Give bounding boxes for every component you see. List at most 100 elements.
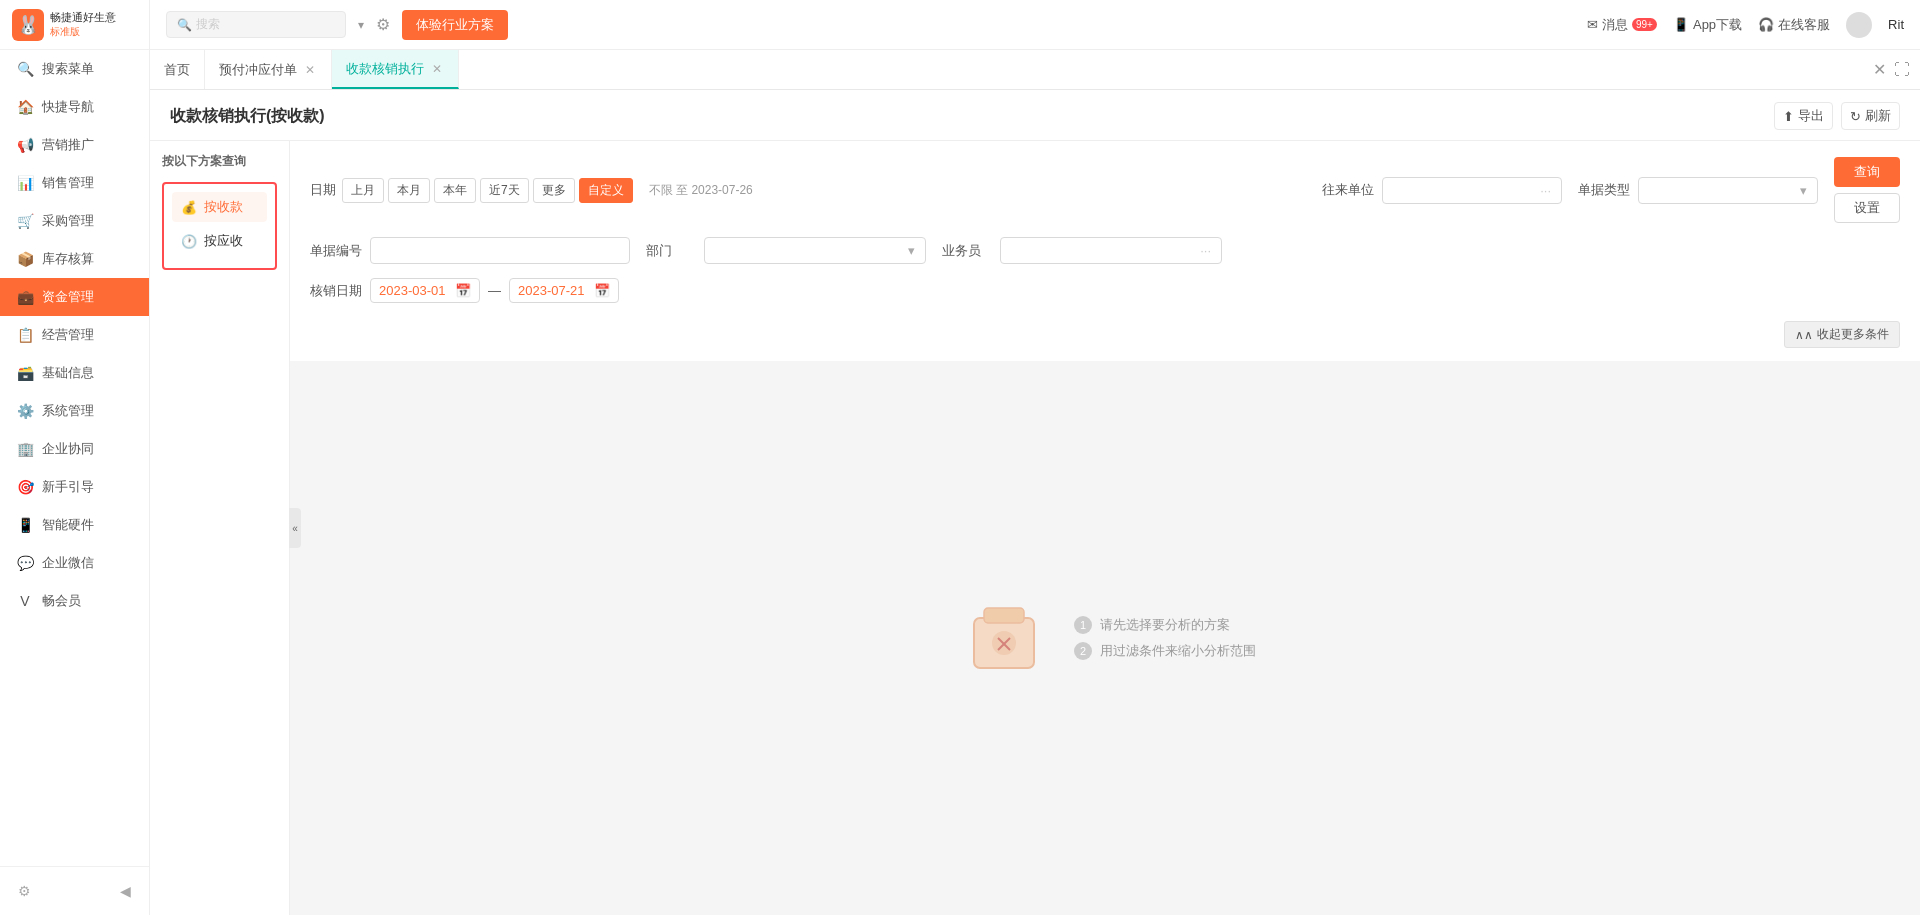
refresh-icon: ↻: [1850, 109, 1861, 124]
topbar-search[interactable]: 🔍 搜索: [166, 11, 346, 38]
message-button[interactable]: ✉ 消息 99+: [1587, 16, 1657, 34]
hardware-icon: 📱: [16, 516, 34, 534]
sidebar-item-search[interactable]: 🔍 搜索菜单: [0, 50, 149, 88]
sidebar-item-marketing[interactable]: 📢 营销推广: [0, 126, 149, 164]
empty-tip-2: 2 用过滤条件来缩小分析范围: [1074, 642, 1256, 660]
query-row-3: 核销日期 2023-03-01 📅 — 2023-07-21 📅: [310, 278, 1900, 303]
tip-num-2: 2: [1074, 642, 1092, 660]
sidebar-item-sales[interactable]: 📊 销售管理: [0, 164, 149, 202]
topbar-gear-icon[interactable]: ⚙: [376, 15, 390, 34]
tip-num-1: 1: [1074, 616, 1092, 634]
date-separator: —: [488, 283, 501, 298]
query-button[interactable]: 查询: [1834, 157, 1900, 187]
tab-receivable-close[interactable]: ✕: [430, 60, 444, 78]
app-logo: 🐰 畅捷通好生意 标准版: [0, 0, 149, 50]
date-this-year[interactable]: 本年: [434, 178, 476, 203]
dept-select[interactable]: ▾: [704, 237, 926, 264]
message-badge: 99+: [1632, 18, 1657, 31]
settings-bottom-icon[interactable]: ⚙: [10, 877, 38, 905]
doc-no-input[interactable]: [370, 237, 630, 264]
tabbar-actions: ✕ ⛶: [1863, 50, 1920, 89]
download-icon: 📱: [1673, 17, 1689, 32]
staff-select[interactable]: ···: [1000, 237, 1222, 264]
fullscreen-icon[interactable]: ⛶: [1894, 61, 1910, 79]
svg-rect-1: [984, 608, 1024, 623]
filter-title: 按以下方案查询: [162, 153, 277, 170]
guide-icon: 🎯: [16, 478, 34, 496]
doc-type-field: 单据类型 ▾: [1578, 177, 1818, 204]
sidebar-item-guide[interactable]: 🎯 新手引导: [0, 468, 149, 506]
export-button[interactable]: ⬆ 导出: [1774, 102, 1833, 130]
query-row-1: 日期 上月 本月 本年 近7天 更多 自定义 不限 至 2023-07-26: [310, 157, 1900, 223]
sidebar-item-wechat[interactable]: 💬 企业微信: [0, 544, 149, 582]
filter-by-receipt[interactable]: 💰 按收款: [172, 192, 267, 222]
staff-ellipsis: ···: [1200, 243, 1211, 258]
app-name: 畅捷通好生意: [50, 10, 116, 24]
verify-date-end-input[interactable]: 2023-07-21 📅: [509, 278, 619, 303]
dept-label: 部门: [646, 242, 696, 260]
sidebar-item-hardware[interactable]: 📱 智能硬件: [0, 506, 149, 544]
empty-state: 1 请先选择要分析的方案 2 用过滤条件来缩小分析范围: [290, 361, 1920, 915]
calendar-end-icon: 📅: [594, 283, 610, 298]
tab-prepay-close[interactable]: ✕: [303, 61, 317, 79]
staff-field: 业务员 ···: [942, 237, 1222, 264]
sidebar-item-member[interactable]: V 畅会员: [0, 582, 149, 620]
wechat-icon: 💬: [16, 554, 34, 572]
date-custom[interactable]: 自定义: [579, 178, 633, 203]
user-name: Rit: [1888, 17, 1904, 32]
tab-home[interactable]: 首页: [150, 50, 205, 89]
enterprise-icon: 🏢: [16, 440, 34, 458]
system-icon: ⚙️: [16, 402, 34, 420]
tab-receivable-exec[interactable]: 收款核销执行 ✕: [332, 50, 459, 89]
content-area: 按以下方案查询 💰 按收款 🕐 按应收 « 日期: [150, 141, 1920, 915]
sidebar-item-operations[interactable]: 📋 经营管理: [0, 316, 149, 354]
close-all-icon[interactable]: ✕: [1873, 60, 1886, 79]
sidebar-item-purchase[interactable]: 🛒 采购管理: [0, 202, 149, 240]
staff-label: 业务员: [942, 242, 992, 260]
industry-solution-button[interactable]: 体验行业方案: [402, 10, 508, 40]
verify-date-row: 核销日期 2023-03-01 📅 — 2023-07-21 📅: [310, 278, 619, 303]
calendar-start-icon: 📅: [455, 283, 471, 298]
date-last-month[interactable]: 上月: [342, 178, 384, 203]
empty-tip-1: 1 请先选择要分析的方案: [1074, 616, 1256, 634]
tab-prepay[interactable]: 预付冲应付单 ✕: [205, 50, 332, 89]
filter-receivable-icon: 🕐: [180, 232, 198, 250]
basic-info-icon: 🗃️: [16, 364, 34, 382]
refresh-button[interactable]: ↻ 刷新: [1841, 102, 1900, 130]
sidebar-item-quicknav[interactable]: 🏠 快捷导航: [0, 88, 149, 126]
topbar: 🔍 搜索 ▾ ⚙ 体验行业方案 ✉ 消息 99+ 📱 App下载 🎧 在线客服 …: [150, 0, 1920, 50]
doc-type-select[interactable]: ▾: [1638, 177, 1818, 204]
date-buttons: 上月 本月 本年 近7天 更多 自定义: [342, 178, 633, 203]
settings-button[interactable]: 设置: [1834, 193, 1900, 223]
purchase-icon: 🛒: [16, 212, 34, 230]
filter-receivable-label: 按应收: [204, 232, 243, 250]
counterpart-select[interactable]: ···: [1382, 177, 1562, 204]
empty-tips: 1 请先选择要分析的方案 2 用过滤条件来缩小分析范围: [1074, 616, 1256, 660]
date-more[interactable]: 更多: [533, 178, 575, 203]
sidebar-item-inventory[interactable]: 📦 库存核算: [0, 240, 149, 278]
doc-no-label: 单据编号: [310, 242, 362, 260]
sidebar-item-enterprise[interactable]: 🏢 企业协同: [0, 430, 149, 468]
sidebar-item-basic-info[interactable]: 🗃️ 基础信息: [0, 354, 149, 392]
sidebar-item-finance[interactable]: 💼 资金管理: [0, 278, 149, 316]
filter-collapse-button[interactable]: «: [289, 508, 301, 548]
user-avatar[interactable]: [1846, 12, 1872, 38]
app-download-button[interactable]: 📱 App下载: [1673, 16, 1742, 34]
logo-icon: 🐰: [12, 9, 44, 41]
date-7days[interactable]: 近7天: [480, 178, 529, 203]
verify-date-label: 核销日期: [310, 282, 362, 300]
collapse-sidebar-icon[interactable]: ◀: [111, 877, 139, 905]
topbar-dropdown[interactable]: ▾: [358, 18, 364, 32]
counterpart-ellipsis: ···: [1540, 183, 1551, 198]
chevron-up-icon: ∧∧: [1795, 328, 1813, 342]
collapse-more-row: ∧∧ 收起更多条件: [310, 321, 1900, 348]
date-this-month[interactable]: 本月: [388, 178, 430, 203]
sidebar-item-system[interactable]: ⚙️ 系统管理: [0, 392, 149, 430]
online-service-button[interactable]: 🎧 在线客服: [1758, 16, 1830, 34]
query-row-2: 单据编号 部门 ▾ 业务员 ···: [310, 237, 1900, 264]
filter-by-receivable[interactable]: 🕐 按应收: [172, 226, 267, 256]
home-icon: 🏠: [16, 98, 34, 116]
empty-illustration: [954, 588, 1054, 688]
verify-date-start-input[interactable]: 2023-03-01 📅: [370, 278, 480, 303]
collapse-more-button[interactable]: ∧∧ 收起更多条件: [1784, 321, 1900, 348]
